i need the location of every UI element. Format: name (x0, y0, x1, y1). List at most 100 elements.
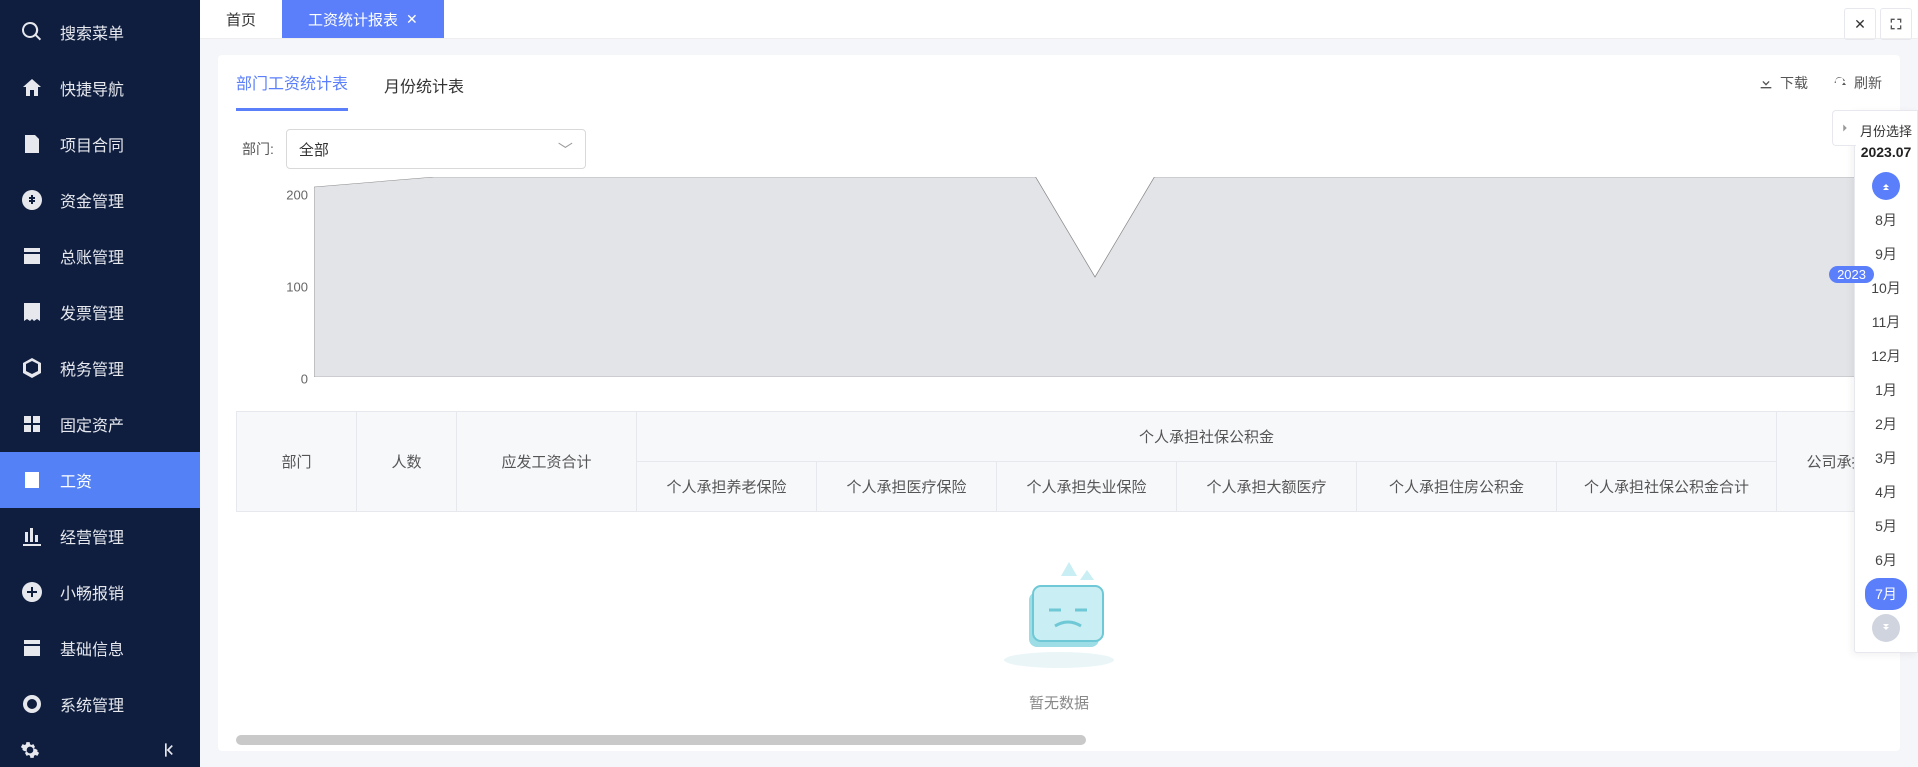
month-item[interactable]: 8月 (1865, 204, 1907, 236)
subtab-month[interactable]: 月份统计表 (384, 57, 464, 111)
th-unemploy: 个人承担失业保险 (997, 462, 1177, 512)
month-item[interactable]: 1月 (1865, 374, 1907, 406)
tax-icon (20, 356, 44, 380)
sidebar-label: 基础信息 (60, 636, 124, 660)
money-icon (20, 188, 44, 212)
business-icon (20, 524, 44, 548)
sidebar-label: 工资 (60, 468, 92, 492)
chart: 200 100 0 (274, 177, 1876, 397)
sidebar-label: 资金管理 (60, 188, 124, 212)
month-item[interactable]: 6月 (1865, 544, 1907, 576)
content: 部门工资统计表 月份统计表 下载 刷新 部门: 全部 ﹀ (200, 39, 1918, 767)
month-item[interactable]: 5月 (1865, 510, 1907, 542)
sidebar-label: 小畅报销 (60, 580, 124, 604)
month-picker: 月份选择 2023.07 8月 9月 10月 11月 12月 1月 2月 3月 … (1854, 110, 1918, 653)
sidebar-item-business[interactable]: 经营管理 (0, 508, 200, 564)
sidebar-item-salary[interactable]: 工资 (0, 452, 200, 508)
system-icon (20, 692, 44, 716)
info-icon (20, 636, 44, 660)
sidebar-item-reimburse[interactable]: 小畅报销 (0, 564, 200, 620)
refresh-button[interactable]: 刷新 (1832, 73, 1882, 93)
refresh-label: 刷新 (1854, 73, 1882, 93)
sidebar-item-contract[interactable]: 项目合同 (0, 116, 200, 172)
sidebar-bottom (0, 732, 200, 767)
panel: 部门工资统计表 月份统计表 下载 刷新 部门: 全部 ﹀ (218, 55, 1900, 751)
refresh-icon (1832, 75, 1848, 91)
subtab-dept[interactable]: 部门工资统计表 (236, 54, 348, 111)
tabs-bar: 首页 工资统计报表 ✕ ✕ (200, 0, 1918, 39)
close-icon[interactable]: ✕ (406, 11, 418, 28)
sidebar-item-ledger[interactable]: 总账管理 (0, 228, 200, 284)
chart-area-shape (314, 177, 1876, 377)
sidebar-label: 快捷导航 (60, 76, 124, 100)
month-item[interactable]: 12月 (1861, 340, 1911, 372)
sidebar-item-quicknav[interactable]: 快捷导航 (0, 60, 200, 116)
sidebar-label: 总账管理 (60, 244, 124, 268)
home-icon (20, 76, 44, 100)
dept-select-value: 全部 (299, 139, 329, 160)
data-table: 部门 人数 应发工资合计 个人承担社保公积金 公司承担 个人承担养老保险 个人承… (236, 411, 1897, 512)
th-housing: 个人承担住房公积金 (1357, 462, 1557, 512)
sidebar-label: 项目合同 (60, 132, 124, 156)
th-count: 人数 (357, 412, 457, 512)
toolbar: 下载 刷新 (1758, 73, 1882, 93)
month-next-button[interactable] (1872, 614, 1900, 642)
fullscreen-button[interactable] (1880, 8, 1912, 40)
sidebar-label: 发票管理 (60, 300, 124, 324)
empty-illustration-icon (989, 542, 1129, 672)
sidebar-item-search[interactable]: 搜索菜单 (0, 4, 200, 60)
sidebar-item-invoice[interactable]: 发票管理 (0, 284, 200, 340)
asset-icon (20, 412, 44, 436)
th-subtotal: 个人承担社保公积金合计 (1557, 462, 1777, 512)
ytick-100: 100 (274, 280, 308, 295)
tab-label: 首页 (226, 9, 256, 30)
tab-salary-report[interactable]: 工资统计报表 ✕ (282, 0, 444, 38)
chevron-down-icon: ﹀ (558, 139, 573, 160)
main: 首页 工资统计报表 ✕ ✕ 部门工资统计表 月份统计表 下载 (200, 0, 1918, 767)
download-button[interactable]: 下载 (1758, 73, 1808, 93)
salary-icon (20, 468, 44, 492)
collapse-icon[interactable] (160, 740, 180, 760)
ledger-icon (20, 244, 44, 268)
th-gross: 应发工资合计 (457, 412, 637, 512)
ytick-200: 200 (274, 187, 308, 202)
download-icon (1758, 75, 1774, 91)
tab-label: 工资统计报表 (308, 9, 398, 30)
year-badge: 2023 (1829, 266, 1874, 283)
month-item[interactable]: 3月 (1865, 442, 1907, 474)
month-item[interactable]: 4月 (1865, 476, 1907, 508)
month-list: 8月 9月 10月 11月 12月 1月 2月 3月 4月 5月 6月 7月 (1861, 204, 1911, 610)
sidebar-menu: 搜索菜单 快捷导航 项目合同 资金管理 总账管理 发票管理 税务管理 固定资产 (0, 0, 200, 732)
filters: 部门: 全部 ﹀ (218, 111, 1900, 177)
sidebar-item-tax[interactable]: 税务管理 (0, 340, 200, 396)
download-label: 下载 (1780, 73, 1808, 93)
sidebar-label: 经营管理 (60, 524, 124, 548)
month-picker-collapse[interactable] (1832, 110, 1856, 146)
month-item[interactable]: 7月 (1865, 578, 1907, 610)
month-item[interactable]: 2月 (1865, 408, 1907, 440)
tab-home[interactable]: 首页 (200, 0, 282, 38)
search-icon (20, 20, 44, 44)
month-item[interactable]: 9月 (1865, 238, 1907, 270)
horizontal-scrollbar[interactable] (236, 735, 1882, 745)
close-all-button[interactable]: ✕ (1844, 8, 1876, 40)
empty-state: 暂无数据 (236, 512, 1882, 723)
reimburse-icon (20, 580, 44, 604)
month-item[interactable]: 11月 (1862, 306, 1911, 338)
month-prev-button[interactable] (1872, 172, 1900, 200)
month-picker-title: 月份选择 (1860, 117, 1912, 144)
dept-select[interactable]: 全部 ﹀ (286, 129, 586, 169)
sidebar-item-system[interactable]: 系统管理 (0, 676, 200, 732)
sidebar-label: 固定资产 (60, 412, 124, 436)
settings-icon[interactable] (20, 740, 40, 760)
th-bigmed: 个人承担大额医疗 (1177, 462, 1357, 512)
dept-label: 部门: (242, 139, 274, 159)
sidebar-item-funds[interactable]: 资金管理 (0, 172, 200, 228)
scrollbar-thumb[interactable] (236, 735, 1086, 745)
sidebar-label: 税务管理 (60, 356, 124, 380)
sub-tabs: 部门工资统计表 月份统计表 下载 刷新 (218, 55, 1900, 111)
sidebar-item-baseinfo[interactable]: 基础信息 (0, 620, 200, 676)
empty-text: 暂无数据 (1029, 692, 1089, 713)
sidebar-item-assets[interactable]: 固定资产 (0, 396, 200, 452)
th-pension: 个人承担养老保险 (637, 462, 817, 512)
